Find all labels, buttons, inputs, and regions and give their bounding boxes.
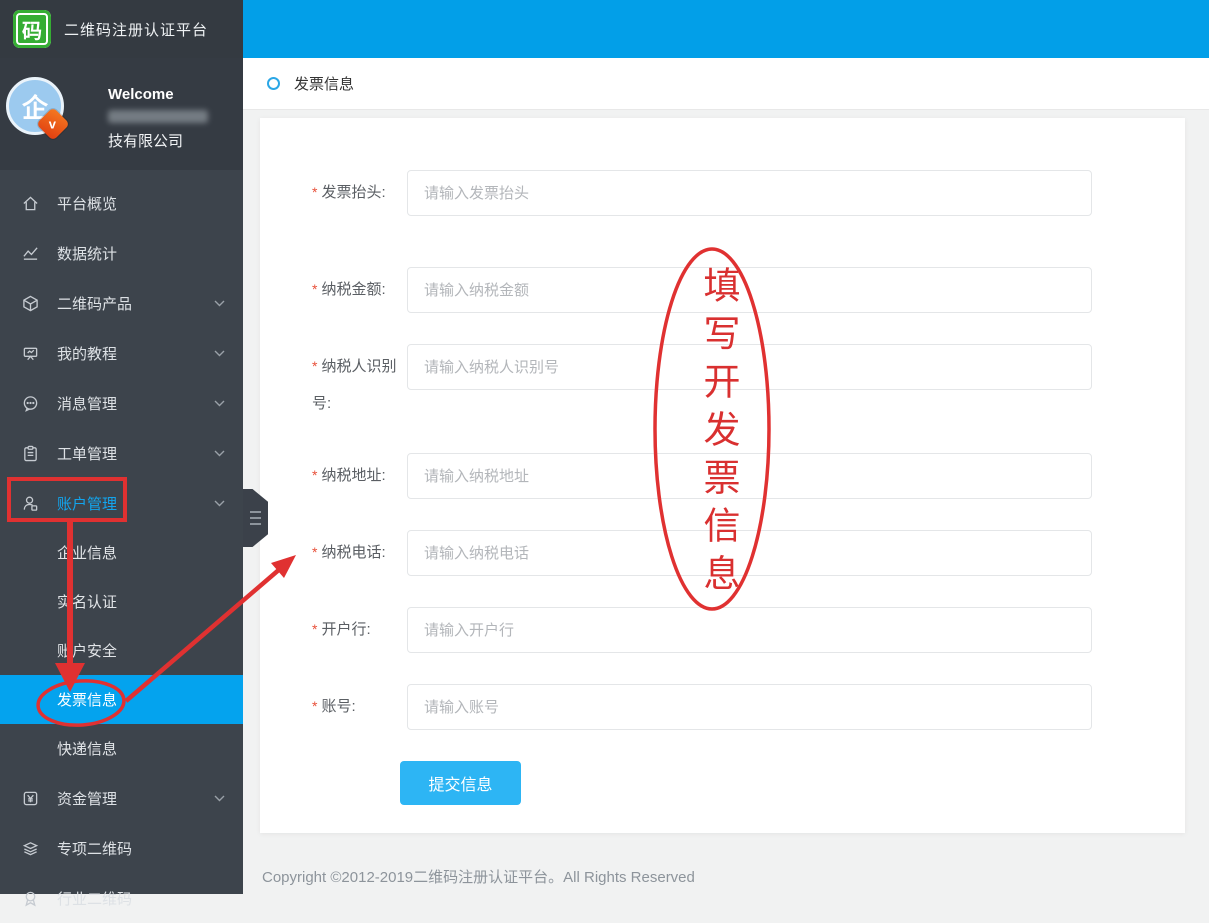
chevron-down-icon xyxy=(214,350,225,356)
app-logo-icon: 码 xyxy=(13,10,51,48)
taxpayer-id-input[interactable] xyxy=(407,344,1092,390)
user-icon xyxy=(23,496,38,511)
sidebar-item-label: 二维码产品 xyxy=(57,295,133,313)
submit-button[interactable]: 提交信息 xyxy=(400,761,521,805)
chevron-down-icon xyxy=(214,795,225,801)
sidebar-item-statistics[interactable]: 数据统计 xyxy=(0,228,243,278)
logo-band: 码 二维码注册认证平台 xyxy=(0,0,243,58)
top-bar xyxy=(243,0,1209,58)
sidebar-item-industry-qr[interactable]: 行业二维码 xyxy=(0,873,243,923)
sidebar-item-label: 平台概览 xyxy=(57,195,118,213)
sidebar-item-label: 数据统计 xyxy=(57,245,118,263)
sidebar-item-label: 我的教程 xyxy=(57,345,118,363)
sidebar-item-tutorials[interactable]: 我的教程 xyxy=(0,328,243,378)
content-area: *发票抬头: *纳税金额: *纳税人识别号: *纳税地址: *纳税电话: *开户… xyxy=(243,110,1209,894)
required-marker: * xyxy=(312,184,318,200)
user-panel: 企 v Welcome 技有限公司 xyxy=(0,58,243,170)
cube-icon xyxy=(23,295,38,311)
sidebar-subitem-express-info[interactable]: 快递信息 xyxy=(0,724,243,773)
sidebar-subitem-real-name[interactable]: 实名认证 xyxy=(0,577,243,626)
layers-icon xyxy=(22,841,39,855)
sidebar-item-label: 行业二维码 xyxy=(57,890,133,908)
chevron-down-icon xyxy=(214,450,225,456)
easel-icon xyxy=(23,347,38,360)
sidebar-item-qr-products[interactable]: 二维码产品 xyxy=(0,278,243,328)
chevron-down-icon xyxy=(214,500,225,506)
sidebar-item-label: 工单管理 xyxy=(57,445,118,463)
sidebar-subitem-company-info[interactable]: 企业信息 xyxy=(0,528,243,577)
sidebar-item-label: 账户管理 xyxy=(57,495,118,513)
sidebar-item-funds[interactable]: 资金管理 xyxy=(0,773,243,823)
field-label: * 纳税金额: xyxy=(312,281,386,298)
account-number-input[interactable] xyxy=(407,684,1092,730)
yen-icon xyxy=(23,791,38,805)
bank-name-input[interactable] xyxy=(407,607,1092,653)
field-label: * 纳税地址: xyxy=(312,467,386,484)
footer-copyright: Copyright ©2012-2019二维码注册认证平台。All Rights… xyxy=(262,869,695,886)
sidebar-item-messages[interactable]: 消息管理 xyxy=(0,378,243,428)
sidebar-item-label: 消息管理 xyxy=(57,395,118,413)
sidebar-item-work-orders[interactable]: 工单管理 xyxy=(0,428,243,478)
welcome-text: Welcome xyxy=(108,86,174,103)
breadcrumb: 发票信息 xyxy=(243,58,1209,110)
tax-address-input[interactable] xyxy=(407,453,1092,499)
app-title: 二维码注册认证平台 xyxy=(64,21,209,39)
field-label: * 纳税电话: xyxy=(312,544,386,561)
company-name-redacted xyxy=(108,110,208,123)
invoice-form-card: *发票抬头: *纳税金额: *纳税人识别号: *纳税地址: *纳税电话: *开户… xyxy=(260,118,1185,833)
home-icon xyxy=(23,195,38,210)
field-label: * 开户行: xyxy=(312,621,371,638)
sidebar-subitem-label: 账户安全 xyxy=(57,643,118,660)
required-marker: * xyxy=(312,544,318,560)
sidebar-item-special-qr[interactable]: 专项二维码 xyxy=(0,823,243,873)
sidebar-subitem-label: 实名认证 xyxy=(57,594,118,611)
field-label: * 账号: xyxy=(312,698,356,715)
tax-phone-input[interactable] xyxy=(407,530,1092,576)
page-title: 发票信息 xyxy=(294,76,355,93)
required-marker: * xyxy=(312,358,318,374)
invoice-title-input[interactable] xyxy=(407,170,1092,216)
chevron-down-icon xyxy=(214,300,225,306)
sidebar-item-overview[interactable]: 平台概览 xyxy=(0,178,243,228)
sidebar-item-label: 资金管理 xyxy=(57,790,118,808)
sidebar-subitem-label: 发票信息 xyxy=(57,692,118,709)
sidebar-subitem-label: 企业信息 xyxy=(57,545,118,562)
breadcrumb-circle-icon xyxy=(267,77,280,90)
required-marker: * xyxy=(312,281,318,297)
sidebar-subitem-account-security[interactable]: 账户安全 xyxy=(0,626,243,675)
required-marker: * xyxy=(312,621,318,637)
sidebar-item-account[interactable]: 账户管理 xyxy=(0,478,243,528)
clipboard-icon xyxy=(24,445,37,461)
field-label: * 发票抬头: xyxy=(312,184,386,201)
tax-amount-input[interactable] xyxy=(407,267,1092,313)
sidebar-item-label: 专项二维码 xyxy=(57,840,133,858)
chat-icon xyxy=(23,395,38,412)
field-label: * 纳税人识别号: xyxy=(312,358,397,412)
company-suffix: 技有限公司 xyxy=(108,133,184,150)
sidebar-subitem-invoice-info[interactable]: 发票信息 xyxy=(0,675,243,724)
required-marker: * xyxy=(312,467,318,483)
sidebar-subitem-label: 快递信息 xyxy=(57,741,118,758)
chevron-down-icon xyxy=(214,400,225,406)
sidebar-nav: 平台概览 数据统计 二维码产品 我的教程 消息管理 工单管理 账户管理 企业信息… xyxy=(0,178,243,923)
medal-icon xyxy=(25,891,36,906)
line-chart-icon xyxy=(23,246,38,260)
required-marker: * xyxy=(312,698,318,714)
sidebar: 码 二维码注册认证平台 企 v Welcome 技有限公司 平台概览 数据统计 … xyxy=(0,0,243,908)
